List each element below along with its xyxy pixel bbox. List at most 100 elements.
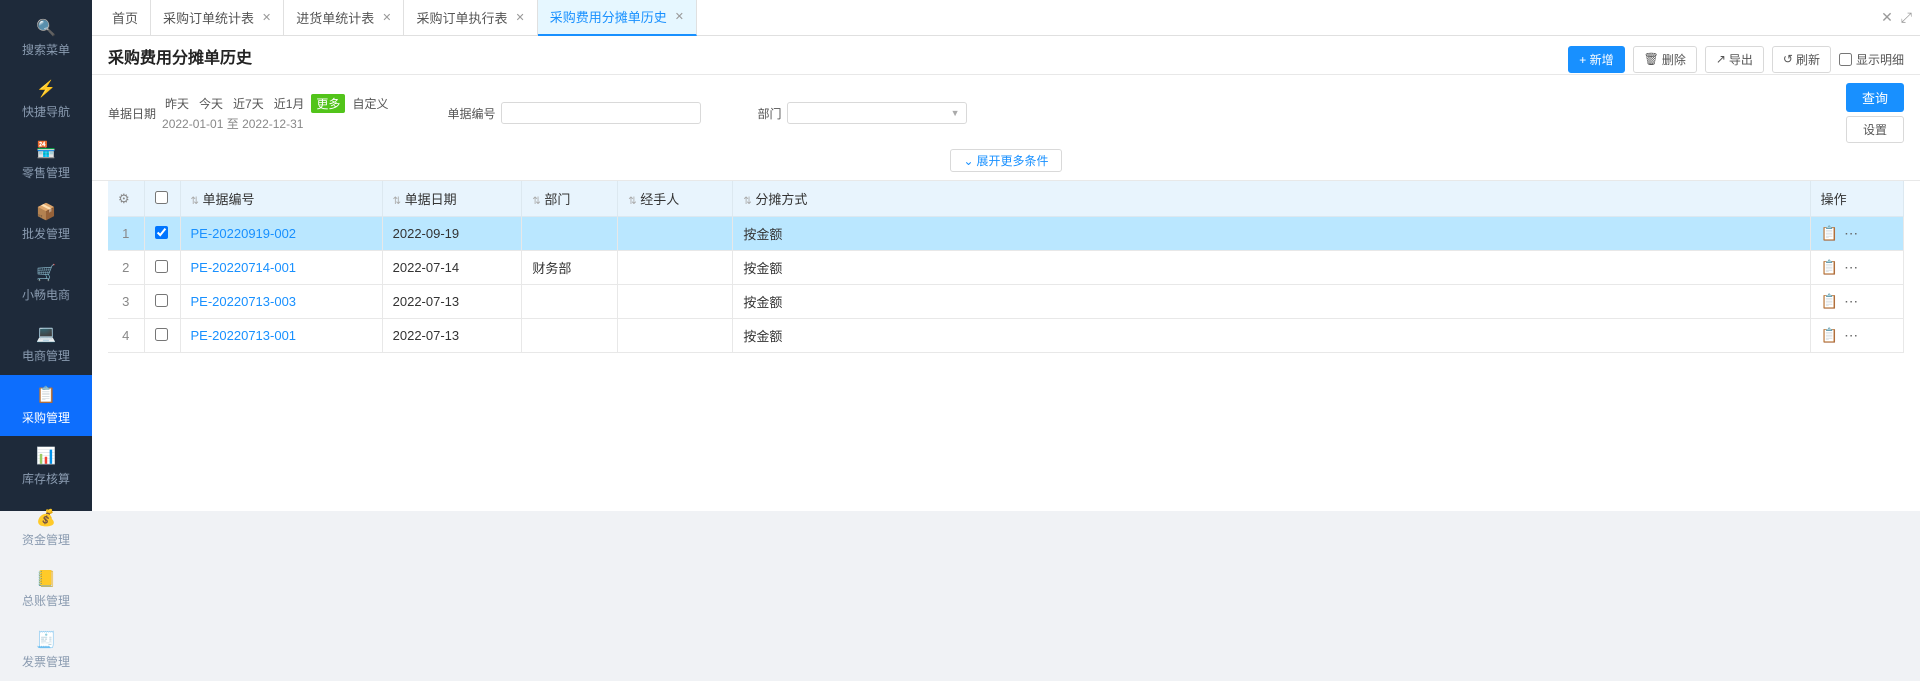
sidebar-item-零售管理[interactable]: 🏪零售管理 [0,130,92,191]
sidebar-item-总账管理[interactable]: 📒总账管理 [0,559,92,620]
row-handler [618,251,733,285]
refresh-icon: ↺ [1783,52,1793,66]
row-method: 按金额 [733,285,1810,319]
row-checkbox[interactable] [144,319,180,353]
last7days-btn[interactable]: 近7天 [230,94,267,113]
col-doc-no[interactable]: ⇅ 单据编号 [180,181,382,217]
dept-filter: 部门 [757,102,967,124]
col-dept[interactable]: ⇅ 部门 [522,181,618,217]
table-area: ⚙ ⇅ 单据编号 ⇅ 单据日期 ⇅ 部门 [92,181,1920,511]
row-checkbox[interactable] [144,285,180,319]
select-all-checkbox[interactable] [155,191,168,204]
maximize-icon[interactable]: ⤢ [1901,9,1912,26]
tab-首页[interactable]: 首页 [100,0,151,36]
tab-close-icon[interactable]: ✕ [382,11,391,24]
yesterday-btn[interactable]: 昨天 [162,94,192,113]
row-ops: 📋 ⋯ [1810,319,1903,353]
doc-no-label: 单据编号 [447,105,495,122]
sidebar-item-发票管理[interactable]: 🧾发票管理 [0,620,92,681]
sidebar-item-批发管理[interactable]: 📦批发管理 [0,192,92,253]
row-ops: 📋 ⋯ [1810,251,1903,285]
add-button[interactable]: + 新增 [1568,46,1624,73]
edit-icon[interactable]: 📋 [1821,259,1838,276]
table-row: 4 PE-20220713-001 2022-07-13 按金额 📋 ⋯ [108,319,1904,353]
date-label: 单据日期 [108,105,156,122]
doc-no-link[interactable]: PE-20220919-002 [191,226,297,241]
more-ops-icon[interactable]: ⋯ [1844,259,1858,276]
more-ops-icon[interactable]: ⋯ [1844,327,1858,344]
tab-bar: 首页采购订单统计表✕进货单统计表✕采购订单执行表✕采购费用分摊单历史✕✕⤢ [92,0,1920,36]
sidebar-item-快捷导航[interactable]: ⚡快捷导航 [0,69,92,130]
sidebar-icon: 🏪 [4,140,88,162]
sidebar-icon: 📋 [4,385,88,407]
row-dept [522,285,618,319]
row-doc-date: 2022-07-13 [382,319,522,353]
query-button[interactable]: 查询 [1846,83,1904,112]
row-doc-date: 2022-07-13 [382,285,522,319]
col-dept-sort-icon: ⇅ [532,196,540,207]
show-detail-checkbox[interactable]: 显示明细 [1839,51,1904,68]
col-method-sort-icon: ⇅ [743,196,751,207]
doc-no-link[interactable]: PE-20220713-003 [191,294,297,309]
today-btn[interactable]: 今天 [196,94,226,113]
sidebar-item-采购管理[interactable]: 📋采购管理 [0,375,92,436]
delete-icon: 🗑 [1644,52,1659,66]
col-doc-no-sort-icon: ⇅ [191,196,199,207]
tab-采购订单统计表[interactable]: 采购订单统计表✕ [151,0,284,36]
gear-icon[interactable]: ⚙ [118,191,130,206]
tab-close-icon[interactable]: ✕ [675,10,684,23]
edit-icon[interactable]: 📋 [1821,293,1838,310]
expand-btn[interactable]: ⌄ 展开更多条件 [950,149,1061,172]
row-number: 2 [108,251,144,285]
table-row: 1 PE-20220919-002 2022-09-19 按金额 📋 ⋯ [108,217,1904,251]
tab-close-icon[interactable]: ✕ [262,11,271,24]
tab-进货单统计表[interactable]: 进货单统计表✕ [284,0,404,36]
doc-no-link[interactable]: PE-20220714-001 [191,260,297,275]
col-handler[interactable]: ⇅ 经手人 [618,181,733,217]
table-header-row: ⚙ ⇅ 单据编号 ⇅ 单据日期 ⇅ 部门 [108,181,1904,217]
expand-row: ⌄ 展开更多条件 [108,149,1904,172]
col-method[interactable]: ⇅ 分摊方式 [733,181,1810,217]
tab-采购费用分摊单历史[interactable]: 采购费用分摊单历史✕ [538,0,697,36]
sidebar-icon: 📦 [4,202,88,224]
custom-btn[interactable]: 自定义 [349,94,391,113]
col-gear: ⚙ [108,181,144,217]
col-doc-date[interactable]: ⇅ 单据日期 [382,181,522,217]
delete-button[interactable]: 🗑 删除 [1633,46,1697,73]
sidebar-icon: ⚡ [4,79,88,101]
more-ops-icon[interactable]: ⋯ [1844,293,1858,310]
last1month-btn[interactable]: 近1月 [271,94,308,113]
setting-button[interactable]: 设置 [1846,116,1904,143]
row-number: 4 [108,319,144,353]
col-handler-sort-icon: ⇅ [628,196,636,207]
doc-no-input[interactable] [501,102,701,124]
expand-icon: ⌄ [963,154,973,168]
tab-采购订单执行表[interactable]: 采购订单执行表✕ [404,0,537,36]
edit-icon[interactable]: 📋 [1821,327,1838,344]
sidebar-item-电商管理[interactable]: 💻电商管理 [0,314,92,375]
sidebar-item-库存核算[interactable]: 📊库存核算 [0,436,92,497]
doc-no-link[interactable]: PE-20220713-001 [191,328,297,343]
refresh-button[interactable]: ↺ 刷新 [1772,46,1831,73]
row-checkbox[interactable] [144,217,180,251]
data-table: ⚙ ⇅ 单据编号 ⇅ 单据日期 ⇅ 部门 [108,181,1904,353]
table-row: 2 PE-20220714-001 2022-07-14 财务部 按金额 📋 ⋯ [108,251,1904,285]
row-doc-no: PE-20220713-001 [180,319,382,353]
edit-icon[interactable]: 📋 [1821,225,1838,242]
dept-select-wrapper [787,102,967,124]
tab-close-icon[interactable]: ✕ [516,11,525,24]
date-filter: 单据日期 昨天 今天 近7天 近1月 更多 自定义 2022-01-01 至 2… [108,94,391,132]
row-dept: 财务部 [522,251,618,285]
more-ops-icon[interactable]: ⋯ [1844,225,1858,242]
export-button[interactable]: ↗ 导出 [1705,46,1764,73]
sidebar-item-搜索菜单[interactable]: 🔍搜索菜单 [0,8,92,69]
row-checkbox[interactable] [144,251,180,285]
row-dept [522,217,618,251]
main-content: 首页采购订单统计表✕进货单统计表✕采购订单执行表✕采购费用分摊单历史✕✕⤢ 采购… [92,0,1920,511]
dept-select[interactable] [787,102,967,124]
sidebar-item-资金管理[interactable]: 💰资金管理 [0,498,92,559]
more-btn[interactable]: 更多 [311,94,345,113]
sidebar-item-小畅电商[interactable]: 🛒小畅电商 [0,253,92,314]
close-window-icon[interactable]: ✕ [1881,9,1893,26]
col-check [144,181,180,217]
